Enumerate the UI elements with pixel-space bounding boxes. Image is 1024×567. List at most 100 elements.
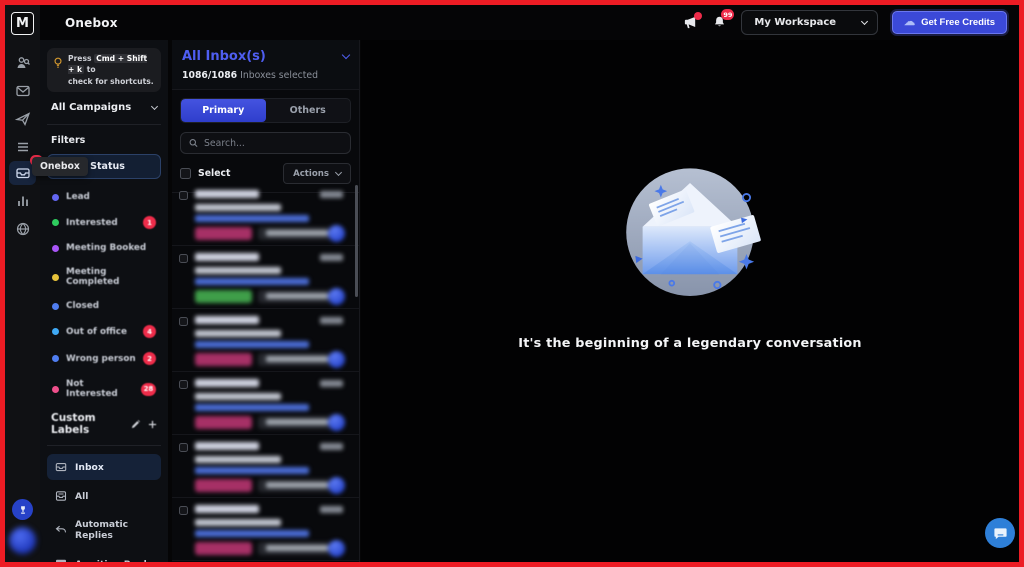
status-label: Meeting Completed [66, 267, 120, 288]
search-icon [189, 139, 198, 147]
status-filter-item-lead[interactable]: Lead [47, 185, 161, 209]
icon-rail: M 99 [5, 5, 43, 562]
view-label: All [75, 490, 89, 502]
inbox-selector[interactable]: All Inbox(s) [182, 49, 351, 64]
status-dot-icon [52, 385, 59, 393]
filters-heading: Filters [51, 135, 86, 147]
select-all-checkbox[interactable] [180, 168, 191, 179]
status-filter-item-interested[interactable]: Interested 1 [47, 209, 161, 236]
email-list-item[interactable] [172, 246, 359, 309]
link-redacted [195, 404, 309, 411]
status-label: Not Interested [66, 379, 118, 400]
status-count-badge: 1 [143, 216, 156, 230]
subject-redacted [195, 456, 281, 463]
support-chat-button[interactable] [985, 518, 1015, 548]
workspace-label: My Workspace [754, 17, 837, 28]
subject-redacted [195, 204, 281, 211]
search-box [180, 132, 351, 154]
analytics-icon[interactable] [5, 189, 40, 213]
actions-dropdown[interactable]: Actions [283, 163, 351, 184]
date-redacted [320, 254, 343, 261]
status-filter-item-meeting-booked[interactable]: Meeting Booked [47, 236, 161, 260]
inbox-header: All Inbox(s) 1086/1086 Inboxes selected [172, 40, 359, 90]
inbox-tabs: Primary Others [180, 98, 351, 123]
user-avatar[interactable] [9, 527, 36, 554]
email-list-item[interactable] [172, 183, 359, 246]
view-filter-item-all[interactable]: All [47, 483, 161, 509]
edit-pencil-icon[interactable] [131, 419, 140, 429]
email-list-item[interactable] [172, 372, 359, 435]
conversation-pane: It's the beginning of a legendary conver… [361, 40, 1019, 562]
status-pill [195, 479, 252, 492]
campaigns-icon[interactable] [5, 107, 40, 131]
sender-name-redacted [195, 442, 259, 450]
status-filter-item-wrong-person[interactable]: Wrong person 2 [47, 345, 161, 372]
chat-bubble-icon [993, 527, 1007, 539]
sender-avatar [328, 477, 345, 494]
inbox-icon [55, 461, 67, 473]
link-redacted [195, 215, 309, 222]
select-actions-row: Select Actions [180, 163, 351, 184]
sender-name-redacted [195, 379, 259, 387]
workspace-selector[interactable]: My Workspace [741, 10, 879, 35]
rewards-icon[interactable] [12, 499, 33, 520]
view-filter-item-automatic-replies[interactable]: Automatic Replies [47, 512, 161, 548]
email-list-item[interactable] [172, 498, 359, 561]
sender-avatar [328, 351, 345, 368]
redacted-email-content [172, 309, 359, 371]
shortcut-tip: Press Cmd + Shift + k to check for short… [47, 48, 161, 93]
status-dot-icon [52, 302, 59, 310]
status-count-badge: 2 [143, 352, 156, 366]
tab-primary[interactable]: Primary [181, 99, 266, 122]
top-bar: Onebox 99 My Workspace ☁ Get Free Credit… [40, 5, 1019, 40]
divider [47, 445, 161, 447]
status-label: Meeting Booked [66, 243, 147, 254]
status-dot-icon [52, 219, 59, 227]
sender-avatar [328, 540, 345, 557]
status-dot-icon [52, 273, 59, 281]
view-filter-item-awaiting-reply[interactable]: Awaiting Reply [47, 551, 161, 562]
status-count-badge: 4 [143, 325, 156, 339]
search-input[interactable] [204, 137, 342, 149]
campaigns-dropdown[interactable]: All Campaigns [47, 92, 161, 122]
date-redacted [320, 317, 343, 324]
lightbulb-icon [53, 54, 63, 87]
status-dot-icon [52, 244, 59, 252]
lead-search-icon[interactable] [5, 51, 40, 75]
status-filter-item-out-of-office[interactable]: Out of office 4 [47, 318, 161, 345]
chevron-down-icon [861, 17, 869, 25]
list-scrollbar[interactable] [355, 185, 358, 297]
onebox-tooltip: Onebox [32, 157, 88, 176]
email-list-item[interactable] [172, 309, 359, 372]
link-redacted [195, 530, 309, 537]
status-dot-icon [52, 355, 59, 363]
chevron-down-icon [341, 50, 351, 60]
announcements-icon[interactable] [683, 12, 703, 30]
status-pill [195, 290, 252, 303]
status-label: Closed [66, 301, 100, 312]
global-icon[interactable] [5, 217, 40, 241]
subject-redacted [195, 393, 281, 400]
status-filter-item-not-interested[interactable]: Not Interested 28 [47, 372, 161, 406]
status-filter-item-meeting-completed[interactable]: Meeting Completed [47, 260, 161, 294]
add-label-icon[interactable] [148, 420, 157, 429]
status-count-badge: 28 [140, 382, 156, 396]
view-filter-item-inbox[interactable]: Inbox [47, 454, 161, 481]
redacted-email-content [172, 183, 359, 245]
status-label: Interested [66, 217, 118, 228]
email-icon[interactable] [5, 79, 40, 103]
date-redacted [320, 506, 343, 513]
sender-avatar [328, 225, 345, 242]
view-label: Inbox [75, 461, 104, 473]
notifications-bell-icon[interactable]: 99 [712, 9, 735, 30]
email-list-item[interactable] [172, 435, 359, 498]
reply-icon [55, 524, 67, 536]
inbox-selector-label: All Inbox(s) [182, 49, 266, 64]
tab-others[interactable]: Others [266, 99, 351, 122]
app-logo[interactable]: M [11, 12, 34, 35]
empty-state-title: It's the beginning of a legendary conver… [518, 336, 862, 351]
get-free-credits-button[interactable]: ☁ Get Free Credits [892, 11, 1007, 34]
link-redacted [195, 278, 309, 285]
announcements-dot-badge [694, 12, 703, 20]
status-filter-item-closed[interactable]: Closed [47, 294, 161, 318]
